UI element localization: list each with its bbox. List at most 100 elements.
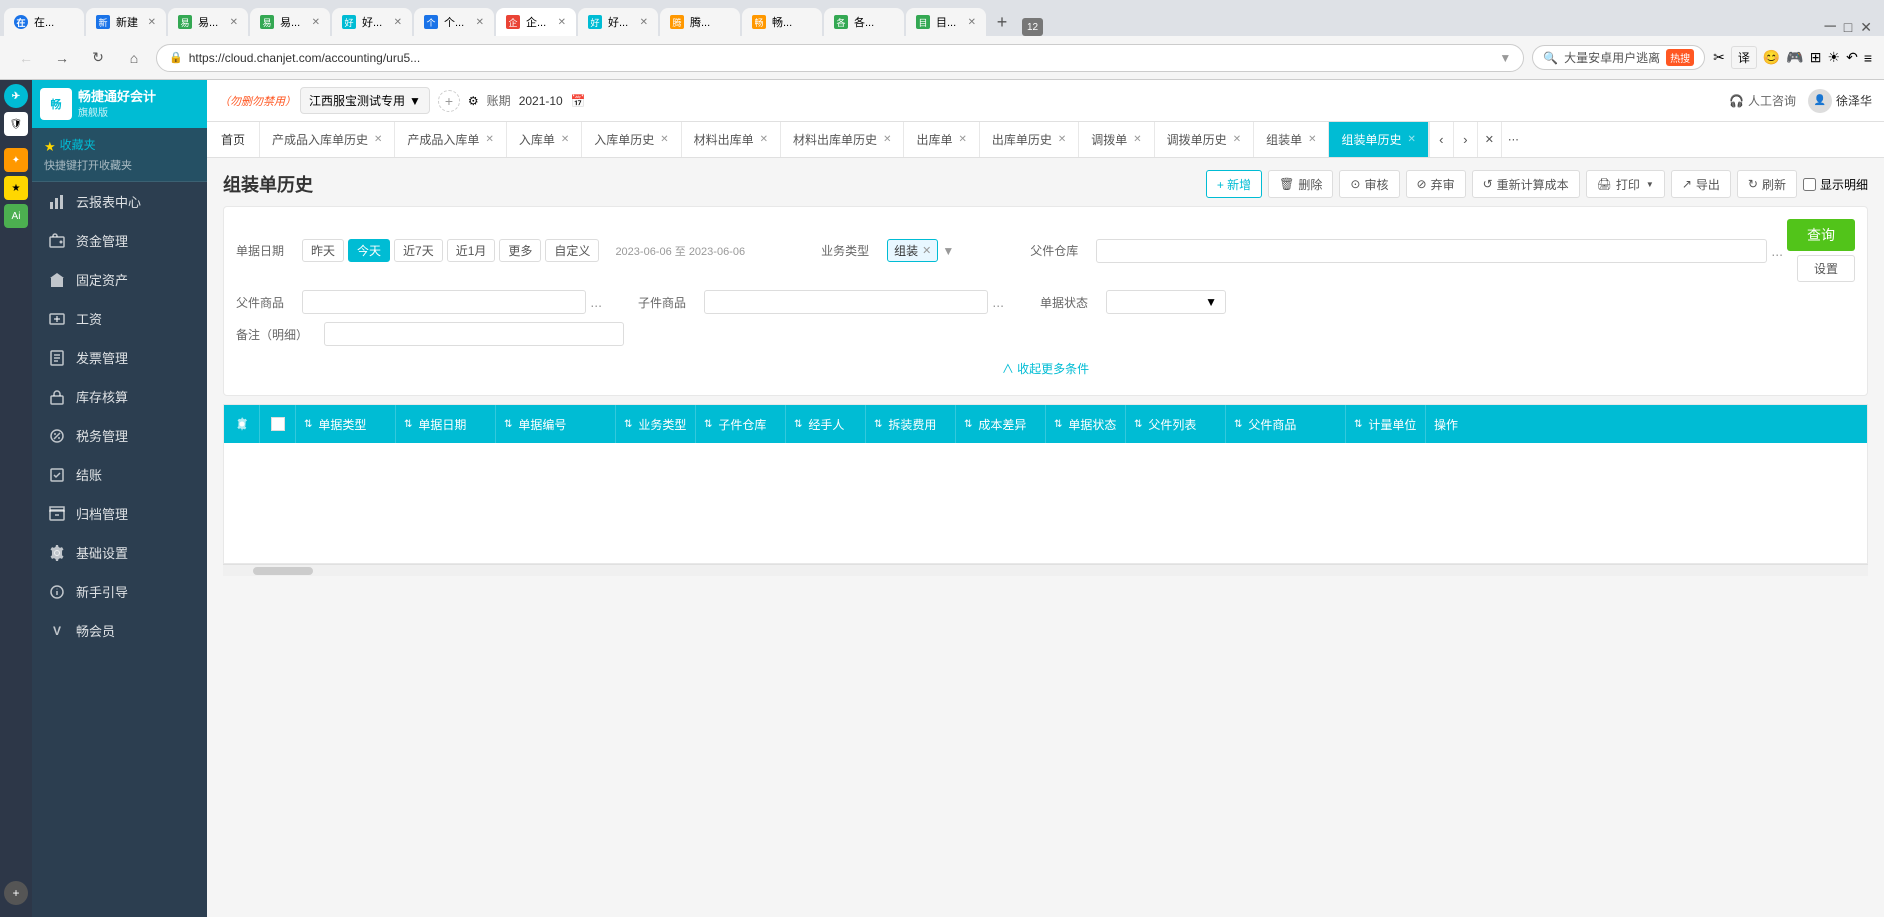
th-warehouse[interactable]: 子件仓库: [696, 405, 786, 443]
sidebar-item-salary[interactable]: 工资: [32, 299, 207, 338]
tab-close-7[interactable]: ✕: [558, 17, 566, 28]
tab-close-2[interactable]: ✕: [148, 17, 156, 28]
child-goods-more[interactable]: ...: [992, 294, 1004, 310]
browser-tab-2[interactable]: 新 新建 ✕: [86, 8, 166, 36]
sidebar-item-settle[interactable]: 结账: [32, 455, 207, 494]
nav-scroll-left[interactable]: ‹: [1429, 122, 1453, 158]
parent-warehouse-input[interactable]: [1096, 239, 1767, 263]
browser-tab-9[interactable]: 腾 腾...: [660, 8, 740, 36]
window-close[interactable]: ✕: [1860, 19, 1872, 36]
nav-tab-in-history[interactable]: 入库单历史 ✕: [582, 122, 681, 158]
sidebar-item-funds[interactable]: 资金管理: [32, 221, 207, 260]
nav-tab-close-material-out-history[interactable]: ✕: [883, 134, 891, 145]
undo-btn[interactable]: ↶: [1846, 49, 1858, 66]
nav-tab-kit-history[interactable]: 组装单历史 ✕: [1329, 122, 1428, 158]
sidebar-item-cloud-reports[interactable]: 云报表中心: [32, 182, 207, 221]
nav-tab-in-order[interactable]: 入库单 ✕: [507, 122, 582, 158]
nav-tab-close-in-order[interactable]: ✕: [561, 134, 569, 145]
grid-btn[interactable]: ⊞: [1810, 49, 1822, 66]
date-btn-yesterday[interactable]: 昨天: [302, 239, 344, 262]
nav-tab-kit-order[interactable]: 组装单 ✕: [1254, 122, 1329, 158]
nav-tab-close-out-history[interactable]: ✕: [1058, 134, 1066, 145]
translate-btn[interactable]: 译: [1731, 46, 1757, 69]
nav-tab-close-produce-in-history[interactable]: ✕: [374, 134, 382, 145]
biz-type-tag-close[interactable]: ✕: [922, 244, 931, 257]
sidebar-item-archive[interactable]: 归档管理: [32, 494, 207, 533]
sidebar-item-basic-settings[interactable]: 基础设置: [32, 533, 207, 572]
browser-tab-8[interactable]: 好 好... ✕: [578, 8, 658, 36]
date-btn-custom[interactable]: 自定义: [545, 239, 599, 262]
th-unit[interactable]: 计量单位: [1346, 405, 1426, 443]
th-number[interactable]: 单据编号: [496, 405, 616, 443]
nav-tab-close-out-order[interactable]: ✕: [958, 134, 966, 145]
nav-tab-close-material-out[interactable]: ✕: [760, 134, 768, 145]
settings-btn-area[interactable]: ⚙: [468, 94, 479, 108]
nav-tab-close-assemble-history[interactable]: ✕: [1233, 134, 1241, 145]
scrollbar-thumb[interactable]: [253, 567, 313, 575]
browser-tab-4[interactable]: 易 易... ✕: [250, 8, 330, 36]
date-btn-more[interactable]: 更多: [499, 239, 541, 262]
support-btn[interactable]: 🎧 人工咨询: [1729, 92, 1796, 109]
nav-tab-assemble-history[interactable]: 调拨单历史 ✕: [1155, 122, 1254, 158]
browser-tab-7[interactable]: 企 企... ✕: [496, 8, 576, 36]
tab-close-3[interactable]: ✕: [230, 17, 238, 28]
tab-close-8[interactable]: ✕: [640, 17, 648, 28]
date-btn-1month[interactable]: 近1月: [447, 239, 496, 262]
home-button[interactable]: ⌂: [120, 44, 148, 72]
add-company-btn[interactable]: +: [438, 90, 460, 112]
forward-button[interactable]: →: [48, 44, 76, 72]
nav-tab-material-out-history[interactable]: 材料出库单历史 ✕: [781, 122, 904, 158]
browser-tab-10[interactable]: 畅 畅...: [742, 8, 822, 36]
th-type[interactable]: 单据类型: [296, 405, 396, 443]
nav-tab-out-history[interactable]: 出库单历史 ✕: [980, 122, 1079, 158]
th-settings[interactable]: [224, 405, 260, 443]
abandon-btn[interactable]: ⊘ 弃审: [1406, 170, 1466, 198]
audit-btn[interactable]: ⊙ 审核: [1339, 170, 1399, 198]
show-detail-checkbox[interactable]: [1803, 178, 1816, 191]
browser-tab-6[interactable]: 个 个... ✕: [414, 8, 494, 36]
sidebar-item-invoice[interactable]: 发票管理: [32, 338, 207, 377]
tab-close-6[interactable]: ✕: [476, 17, 484, 28]
back-button[interactable]: ←: [12, 44, 40, 72]
nav-tab-out-order[interactable]: 出库单 ✕: [904, 122, 979, 158]
export-btn[interactable]: ↗ 导出: [1671, 170, 1731, 198]
nav-tab-close-assemble[interactable]: ✕: [1133, 134, 1141, 145]
browser-tab-3[interactable]: 易 易... ✕: [168, 8, 248, 36]
ext-icon-5[interactable]: Ai: [4, 204, 28, 228]
reload-button[interactable]: ↻: [84, 44, 112, 72]
user-info[interactable]: 👤 徐泽华: [1808, 89, 1872, 113]
parent-warehouse-more[interactable]: ...: [1771, 243, 1783, 259]
address-bar[interactable]: 🔒 https://cloud.chanjet.com/accounting/u…: [156, 44, 1524, 72]
browser-search-box[interactable]: 🔍 大量安卓用户逃离 热搜: [1532, 45, 1705, 70]
th-biz[interactable]: 业务类型: [616, 405, 696, 443]
nav-tab-material-out[interactable]: 材料出库单 ✕: [682, 122, 781, 158]
sidebar-item-inventory[interactable]: 库存核算: [32, 377, 207, 416]
new-btn[interactable]: + 新增: [1206, 170, 1262, 198]
th-status[interactable]: 单据状态: [1046, 405, 1126, 443]
th-handler[interactable]: 经手人: [786, 405, 866, 443]
date-btn-today[interactable]: 今天: [348, 239, 390, 262]
nav-tab-produce-in-history[interactable]: 产成品入库单历史 ✕: [260, 122, 395, 158]
nav-tab-close-kit-order[interactable]: ✕: [1308, 134, 1316, 145]
order-status-dropdown[interactable]: ▼: [1106, 290, 1226, 314]
tab-close-4[interactable]: ✕: [312, 17, 320, 28]
recalc-btn[interactable]: ↺ 重新计算成本: [1472, 170, 1580, 198]
company-selector[interactable]: 江西服宝测试专用 ▼: [300, 87, 430, 114]
tab-close-12[interactable]: ✕: [968, 17, 976, 28]
ext-icon-3[interactable]: ✦: [4, 148, 28, 172]
new-tab-button[interactable]: +: [988, 8, 1016, 36]
nav-tab-home[interactable]: 首页: [207, 122, 260, 158]
th-parent-goods[interactable]: 父件商品: [1226, 405, 1346, 443]
set-btn[interactable]: 设置: [1797, 255, 1855, 282]
window-minimize[interactable]: ─: [1824, 18, 1835, 36]
menu-btn[interactable]: ≡: [1864, 50, 1872, 66]
print-btn[interactable]: 🖨 打印: [1586, 170, 1665, 198]
nav-tab-assemble[interactable]: 调拨单 ✕: [1079, 122, 1154, 158]
game-btn[interactable]: 🎮: [1786, 49, 1803, 66]
sidebar-item-fixed-assets[interactable]: 固定资产: [32, 260, 207, 299]
sidebar-item-tax[interactable]: 税务管理: [32, 416, 207, 455]
filter-collapse-btn[interactable]: ∧ 收起更多条件: [236, 354, 1855, 383]
browser-tab-11[interactable]: 各 各...: [824, 8, 904, 36]
tab-close-5[interactable]: ✕: [394, 17, 402, 28]
th-checkbox[interactable]: [260, 405, 296, 443]
